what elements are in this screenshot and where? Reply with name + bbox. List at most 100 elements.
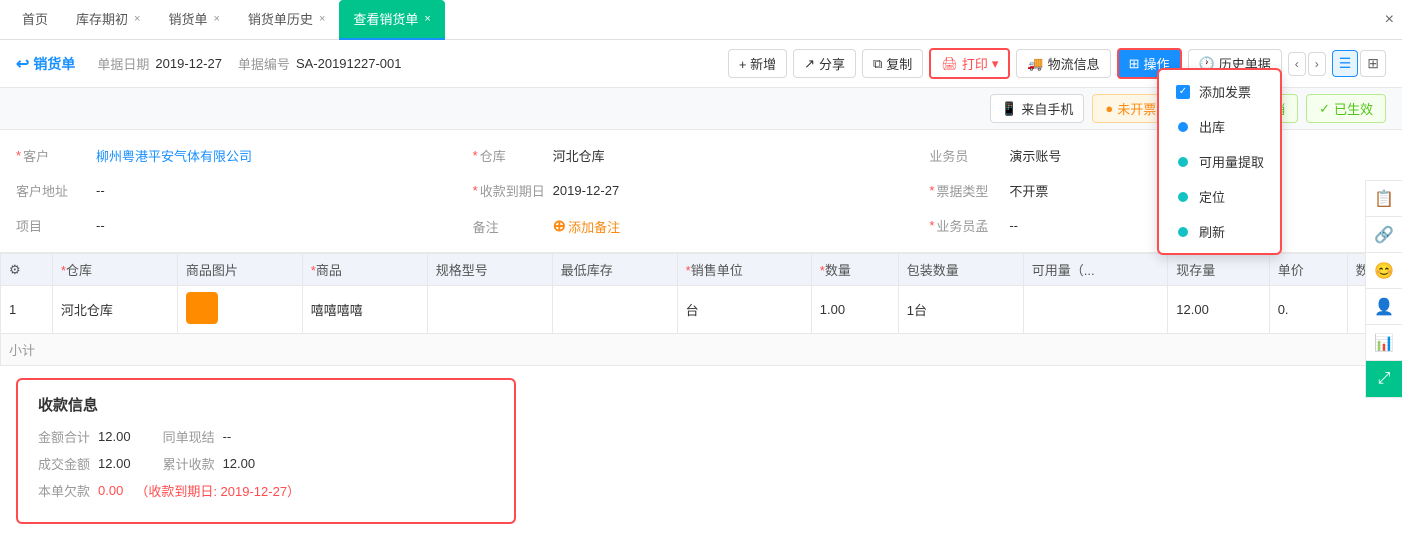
transaction-label: 成交金额 <box>38 454 90 473</box>
menu-refresh[interactable]: 刷新 <box>1159 214 1280 249</box>
col-product-img: 商品图片 <box>177 254 302 286</box>
prev-button[interactable]: ‹ <box>1288 52 1306 76</box>
list-view-button[interactable]: ☰ <box>1332 50 1359 77</box>
grid-view-button[interactable]: ⊞ <box>1360 50 1386 77</box>
due-item: 本单欠款 0.00 （收款到期日: 2019-12-27） <box>38 481 300 500</box>
locate-label: 定位 <box>1199 187 1225 206</box>
menu-add-invoice[interactable]: ✓ 添加发票 <box>1159 74 1280 109</box>
logistics-button[interactable]: 🚚 物流信息 <box>1016 49 1110 78</box>
right-icon-clipboard[interactable]: 📋 <box>1366 181 1402 217</box>
customer-field: * 客户 柳州粤港平安气体有限公司 <box>16 142 473 169</box>
share-icon: ↗ <box>804 56 815 72</box>
available-extract-icon <box>1175 154 1191 170</box>
doc-date-item: 单据日期 2019-12-27 <box>97 54 222 73</box>
refresh-icon <box>1175 224 1191 240</box>
menu-outbound[interactable]: 出库 <box>1159 109 1280 144</box>
right-icon-link[interactable]: 🔗 <box>1366 217 1402 253</box>
print-icon: 🖨 <box>941 56 958 72</box>
tab-sales[interactable]: 销货单 × <box>154 0 233 40</box>
tab-sales-label: 销货单 <box>168 9 207 28</box>
transaction-value: 12.00 <box>98 456 131 471</box>
next-button[interactable]: › <box>1308 52 1326 76</box>
payment-row-2: 成交金额 12.00 累计收款 12.00 <box>38 454 494 473</box>
cyan-dot-icon-2 <box>1178 192 1188 202</box>
warehouse-field: * 仓库 河北仓库 <box>473 142 930 169</box>
effective-button[interactable]: ✓ 已生效 <box>1306 94 1386 123</box>
effective-icon: ✓ <box>1319 101 1330 117</box>
project-value: -- <box>96 218 105 233</box>
phone-button[interactable]: 📱 来自手机 <box>990 94 1084 123</box>
tab-inventory-label: 库存期初 <box>76 9 128 28</box>
truck-icon: 🚚 <box>1027 56 1043 72</box>
col-pack-qty: 包装数量 <box>898 254 1023 286</box>
right-sidebar-icons: 📋 🔗 😊 👤 📊 ⤢ <box>1365 180 1402 398</box>
right-icon-chart[interactable]: 📊 <box>1366 325 1402 361</box>
col-min-stock: 最低库存 <box>552 254 677 286</box>
add-invoice-label: 添加发票 <box>1199 82 1251 101</box>
row-index: 1 <box>1 286 53 334</box>
doc-meta: 单据日期 2019-12-27 单据编号 SA-20191227-001 <box>97 54 721 73</box>
close-history-tab[interactable]: × <box>319 13 325 25</box>
tab-view-sales[interactable]: 查看销货单 × <box>339 0 444 40</box>
phone-icon: 📱 <box>1001 101 1017 117</box>
employee2-label: * 业务员孟 <box>929 216 1009 235</box>
warehouse-value: 河北仓库 <box>553 146 605 165</box>
print-button[interactable]: 🖨 打印 ▾ <box>929 48 1010 79</box>
tab-view-sales-label: 查看销货单 <box>353 9 418 28</box>
payment-date-field: * 收款到期日 2019-12-27 <box>473 177 930 204</box>
new-button[interactable]: + 新增 <box>728 49 787 78</box>
payment-title: 收款信息 <box>38 394 494 415</box>
close-sales-tab[interactable]: × <box>213 13 219 25</box>
note-field: 备注 ⊕ 添加备注 <box>473 212 930 240</box>
share-button[interactable]: ↗ 分享 <box>793 49 856 78</box>
add-invoice-icon: ✓ <box>1175 84 1191 100</box>
print-dropdown-arrow: ▾ <box>992 56 999 72</box>
grid-icon: ⊞ <box>1129 56 1140 72</box>
table-row: 1 河北仓库 嘻嘻嘻嘻 台 1.00 1台 12.00 0. <box>1 286 1402 334</box>
col-unit: *销售单位 <box>677 254 811 286</box>
doc-number-value: SA-20191227-001 <box>296 56 402 71</box>
close-inventory-tab[interactable]: × <box>134 13 140 25</box>
settlement-value: -- <box>223 429 232 444</box>
row-qty: 1.00 <box>811 286 898 334</box>
right-icon-emoji[interactable]: 😊 <box>1366 253 1402 289</box>
toolbar: + 新增 ↗ 分享 ⧉ 复制 🖨 打印 ▾ 🚚 物流信息 ⊞ 操作 🕐 历史单据… <box>728 48 1386 79</box>
invoice-type-label: * 票据类型 <box>929 181 1009 200</box>
due-label: 本单欠款 <box>38 481 90 500</box>
add-note-button[interactable]: ⊕ 添加备注 <box>553 216 620 236</box>
nav-arrows: ‹ › <box>1288 52 1326 76</box>
col-settings[interactable]: ⚙ <box>1 254 53 286</box>
employee2-value: -- <box>1009 218 1018 233</box>
row-current-stock: 12.00 <box>1168 286 1269 334</box>
window-close-button[interactable]: × <box>1385 11 1394 29</box>
menu-available-extract[interactable]: 可用量提取 <box>1159 144 1280 179</box>
row-warehouse: 河北仓库 <box>52 286 177 334</box>
settlement-item: 同单现结 -- <box>163 427 232 446</box>
tab-inventory[interactable]: 库存期初 × <box>62 0 154 40</box>
row-img <box>177 286 302 334</box>
product-image <box>186 292 218 324</box>
table-scroll[interactable]: ⚙ *仓库 商品图片 *商品 规格型号 最低库存 *销售单位 *数量 包装数量 … <box>0 253 1402 366</box>
tab-sales-history[interactable]: 销货单历史 × <box>234 0 339 40</box>
employee-value: 演示账号 <box>1009 146 1061 165</box>
payment-date-label: * 收款到期日 <box>473 181 553 200</box>
doc-date-value: 2019-12-27 <box>155 56 222 71</box>
row-pack-qty: 1台 <box>898 286 1023 334</box>
doc-date-label: 单据日期 <box>97 54 149 73</box>
bottom-section: 收款信息 金额合计 12.00 同单现结 -- 成交金额 12.00 累计收款 … <box>0 366 1402 536</box>
col-qty: *数量 <box>811 254 898 286</box>
close-view-sales-tab[interactable]: × <box>424 13 430 25</box>
payment-date-value: 2019-12-27 <box>553 183 620 198</box>
row-spec <box>427 286 552 334</box>
cumulative-label: 累计收款 <box>163 454 215 473</box>
col-warehouse: *仓库 <box>52 254 177 286</box>
address-field: 客户地址 -- <box>16 177 473 204</box>
warehouse-label: * 仓库 <box>473 146 553 165</box>
menu-locate[interactable]: 定位 <box>1159 179 1280 214</box>
right-icon-expand[interactable]: ⤢ <box>1366 361 1402 397</box>
right-icon-user[interactable]: 👤 <box>1366 289 1402 325</box>
copy-button[interactable]: ⧉ 复制 <box>862 49 923 78</box>
customer-value[interactable]: 柳州粤港平安气体有限公司 <box>96 146 252 165</box>
subtotal-label: 小计 <box>1 334 1402 366</box>
tab-home[interactable]: 首页 <box>8 0 62 40</box>
